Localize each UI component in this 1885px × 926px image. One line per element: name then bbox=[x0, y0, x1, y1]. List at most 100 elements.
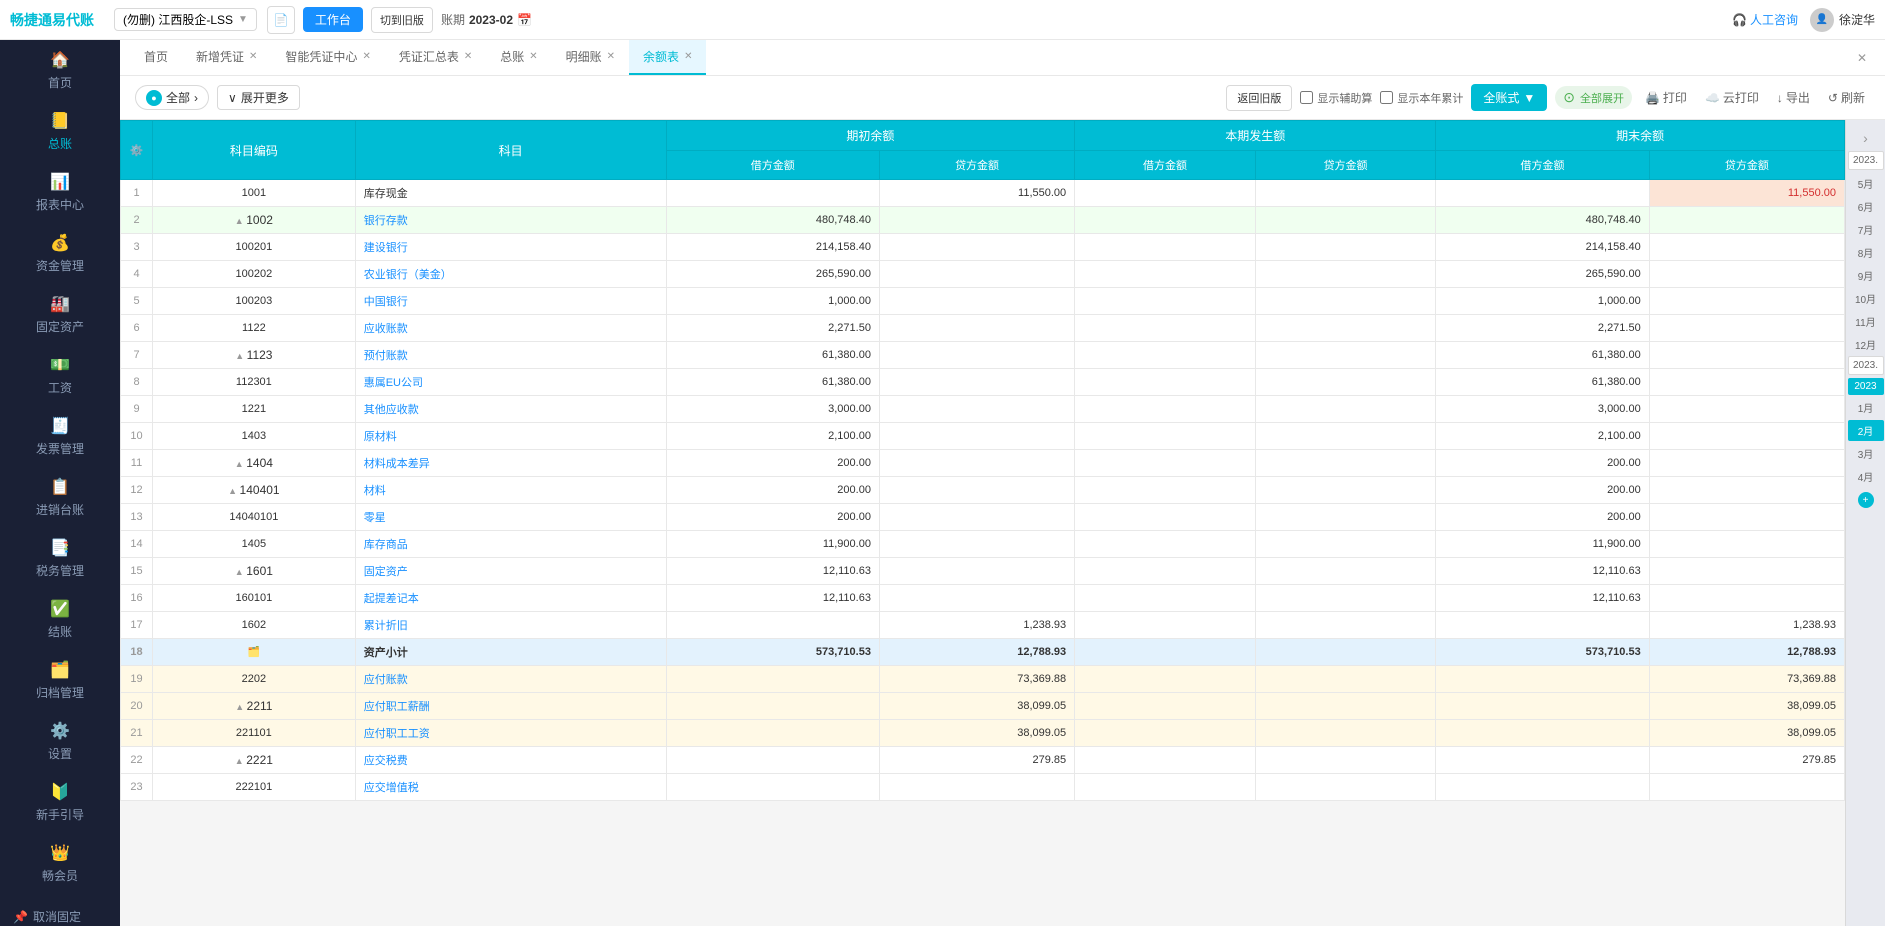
month-2[interactable]: 2月 bbox=[1848, 420, 1884, 441]
document-icon-btn[interactable]: 📄 bbox=[267, 6, 295, 34]
show-aux-checkbox-group[interactable]: 显示辅助算 bbox=[1300, 90, 1372, 106]
sidebar-item-settings[interactable]: ⚙️ 设置 bbox=[0, 711, 120, 772]
tab-smart-center[interactable]: 智能凭证中心 ✕ bbox=[271, 40, 384, 75]
account-name[interactable]: 建设银行 bbox=[355, 234, 666, 261]
pe-credit bbox=[1649, 234, 1844, 261]
account-name[interactable]: 零星 bbox=[355, 504, 666, 531]
account-name[interactable]: 应收账款 bbox=[355, 315, 666, 342]
account-name[interactable]: 起提差记本 bbox=[355, 585, 666, 612]
account-name[interactable]: 应付职工薪酬 bbox=[355, 693, 666, 720]
show-aux-checkbox[interactable] bbox=[1300, 91, 1313, 104]
month-3[interactable]: 3月 bbox=[1848, 443, 1884, 464]
pe-credit: 11,550.00 bbox=[1649, 180, 1844, 207]
print-button[interactable]: 🖨️ 打印 bbox=[1640, 86, 1692, 109]
month-8[interactable]: 8月 bbox=[1848, 242, 1884, 263]
month-1[interactable]: 1月 bbox=[1848, 397, 1884, 418]
home-icon: 🏠 bbox=[50, 50, 70, 70]
sidebar-item-funds[interactable]: 💰 资金管理 bbox=[0, 223, 120, 284]
sidebar-item-settlement[interactable]: ✅ 结账 bbox=[0, 589, 120, 650]
filter-button[interactable]: ● 全部 › bbox=[135, 85, 209, 110]
account-name[interactable]: 原材料 bbox=[355, 423, 666, 450]
month-5[interactable]: 5月 bbox=[1848, 173, 1884, 194]
account-name[interactable]: 中国银行 bbox=[355, 288, 666, 315]
month-10[interactable]: 10月 bbox=[1848, 288, 1884, 309]
tab-close-add-voucher[interactable]: ✕ bbox=[249, 51, 257, 62]
year-2023[interactable]: 2023 bbox=[1848, 378, 1884, 395]
tab-add-voucher[interactable]: 新增凭证 ✕ bbox=[182, 40, 271, 75]
account-name[interactable]: 银行存款 bbox=[355, 207, 666, 234]
sidebar-item-assets[interactable]: 🏭 固定资产 bbox=[0, 284, 120, 345]
export-button[interactable]: ↓ 导出 bbox=[1772, 86, 1815, 109]
account-name[interactable]: 惠属EU公司 bbox=[355, 369, 666, 396]
show-ytd-checkbox[interactable] bbox=[1380, 91, 1393, 104]
current-debit bbox=[1075, 774, 1256, 801]
tab-close-smart-center[interactable]: ✕ bbox=[362, 51, 370, 62]
table-row: 11▲ 1404材料成本差异200.00200.00 bbox=[121, 450, 1845, 477]
account-name[interactable]: 材料 bbox=[355, 477, 666, 504]
month-4[interactable]: 4月 bbox=[1848, 466, 1884, 487]
table-container[interactable]: ⚙️ 科目编码 科目 期初余额 本期发生额 期末余额 借方金额 贷方金额 借方金… bbox=[120, 120, 1845, 926]
table-row: 171602累计折旧1,238.931,238.93 bbox=[121, 612, 1845, 639]
workbench-button[interactable]: 工作台 bbox=[303, 7, 363, 32]
consultant-link[interactable]: 🎧 人工咨询 bbox=[1732, 11, 1798, 28]
tab-voucher-summary[interactable]: 凭证汇总表 ✕ bbox=[385, 40, 486, 75]
account-name[interactable]: 应交增值税 bbox=[355, 774, 666, 801]
close-all-tabs[interactable]: ✕ bbox=[1849, 43, 1875, 73]
account-name[interactable]: 其他应收款 bbox=[355, 396, 666, 423]
format-button[interactable]: 全账式 ▼ bbox=[1471, 84, 1547, 111]
company-selector[interactable]: (勿删) 江西股企-LSS ▼ bbox=[114, 8, 257, 31]
account-name[interactable]: 材料成本差异 bbox=[355, 450, 666, 477]
current-debit bbox=[1075, 423, 1256, 450]
user-info[interactable]: 👤 徐淀华 bbox=[1810, 8, 1875, 32]
sidebar-item-tax[interactable]: 📑 税务管理 bbox=[0, 528, 120, 589]
month-7[interactable]: 7月 bbox=[1848, 219, 1884, 240]
account-name[interactable]: 应付账款 bbox=[355, 666, 666, 693]
account-name: 资产小计 bbox=[355, 639, 666, 666]
show-ytd-checkbox-group[interactable]: 显示本年累计 bbox=[1380, 90, 1463, 106]
add-period-button[interactable]: + bbox=[1858, 492, 1874, 508]
tab-detail-ledger[interactable]: 明细账 ✕ bbox=[552, 40, 629, 75]
tab-balance[interactable]: 余额表 ✕ bbox=[629, 40, 706, 75]
sidebar-item-archive[interactable]: 🗂️ 归档管理 bbox=[0, 650, 120, 711]
sidebar-item-payroll[interactable]: 💵 工资 bbox=[0, 345, 120, 406]
pin-toggle[interactable]: 📌 取消固定 bbox=[8, 902, 112, 926]
account-name[interactable]: 应付职工工资 bbox=[355, 720, 666, 747]
month-12[interactable]: 12月 bbox=[1848, 334, 1884, 355]
sidebar-item-ledger[interactable]: 📒 总账 bbox=[0, 101, 120, 162]
account-name[interactable]: 农业银行（美金） bbox=[355, 261, 666, 288]
refresh-button[interactable]: ↺ 刷新 bbox=[1823, 86, 1870, 109]
cloud-print-button[interactable]: ☁️ 云打印 bbox=[1700, 86, 1764, 109]
sidebar-item-invoices[interactable]: 🧾 发票管理 bbox=[0, 406, 120, 467]
month-9[interactable]: 9月 bbox=[1848, 265, 1884, 286]
switch-version-button[interactable]: 切到旧版 bbox=[371, 7, 433, 33]
sidebar-item-guide[interactable]: 🔰 新手引导 bbox=[0, 772, 120, 833]
expand-all-toggle[interactable]: ⊙ 全部展开 bbox=[1555, 86, 1632, 109]
return-old-version-button[interactable]: 返回旧版 bbox=[1226, 85, 1292, 111]
current-debit bbox=[1075, 261, 1256, 288]
pe-credit bbox=[1649, 207, 1844, 234]
account-name[interactable]: 应交税费 bbox=[355, 747, 666, 774]
account-name[interactable]: 库存商品 bbox=[355, 531, 666, 558]
account-name[interactable]: 累计折旧 bbox=[355, 612, 666, 639]
tab-close-ledger[interactable]: ✕ bbox=[529, 51, 537, 62]
month-6[interactable]: 6月 bbox=[1848, 196, 1884, 217]
tab-close-voucher-summary[interactable]: ✕ bbox=[464, 51, 472, 62]
tab-close-detail-ledger[interactable]: ✕ bbox=[607, 51, 615, 62]
sidebar-item-member[interactable]: 👑 畅会员 bbox=[0, 833, 120, 894]
ps-debit: 2,271.50 bbox=[666, 315, 879, 342]
sidebar-item-reports[interactable]: 📊 报表中心 bbox=[0, 162, 120, 223]
current-debit bbox=[1075, 234, 1256, 261]
account-name[interactable]: 预付账款 bbox=[355, 342, 666, 369]
month-11[interactable]: 11月 bbox=[1848, 311, 1884, 332]
current-credit bbox=[1255, 720, 1436, 747]
period-calendar-icon[interactable]: 📅 bbox=[517, 13, 532, 27]
sidebar-item-purchase[interactable]: 📋 进销台账 bbox=[0, 467, 120, 528]
sidebar-item-home[interactable]: 🏠 首页 bbox=[0, 40, 120, 101]
panel-expand-arrow[interactable]: › bbox=[1858, 125, 1873, 151]
tab-home[interactable]: 首页 bbox=[130, 40, 182, 75]
account-name[interactable]: 固定资产 bbox=[355, 558, 666, 585]
tab-close-balance[interactable]: ✕ bbox=[684, 51, 692, 62]
current-credit bbox=[1255, 693, 1436, 720]
expand-button[interactable]: ∨ 展开更多 bbox=[217, 85, 300, 110]
tab-ledger[interactable]: 总账 ✕ bbox=[486, 40, 551, 75]
